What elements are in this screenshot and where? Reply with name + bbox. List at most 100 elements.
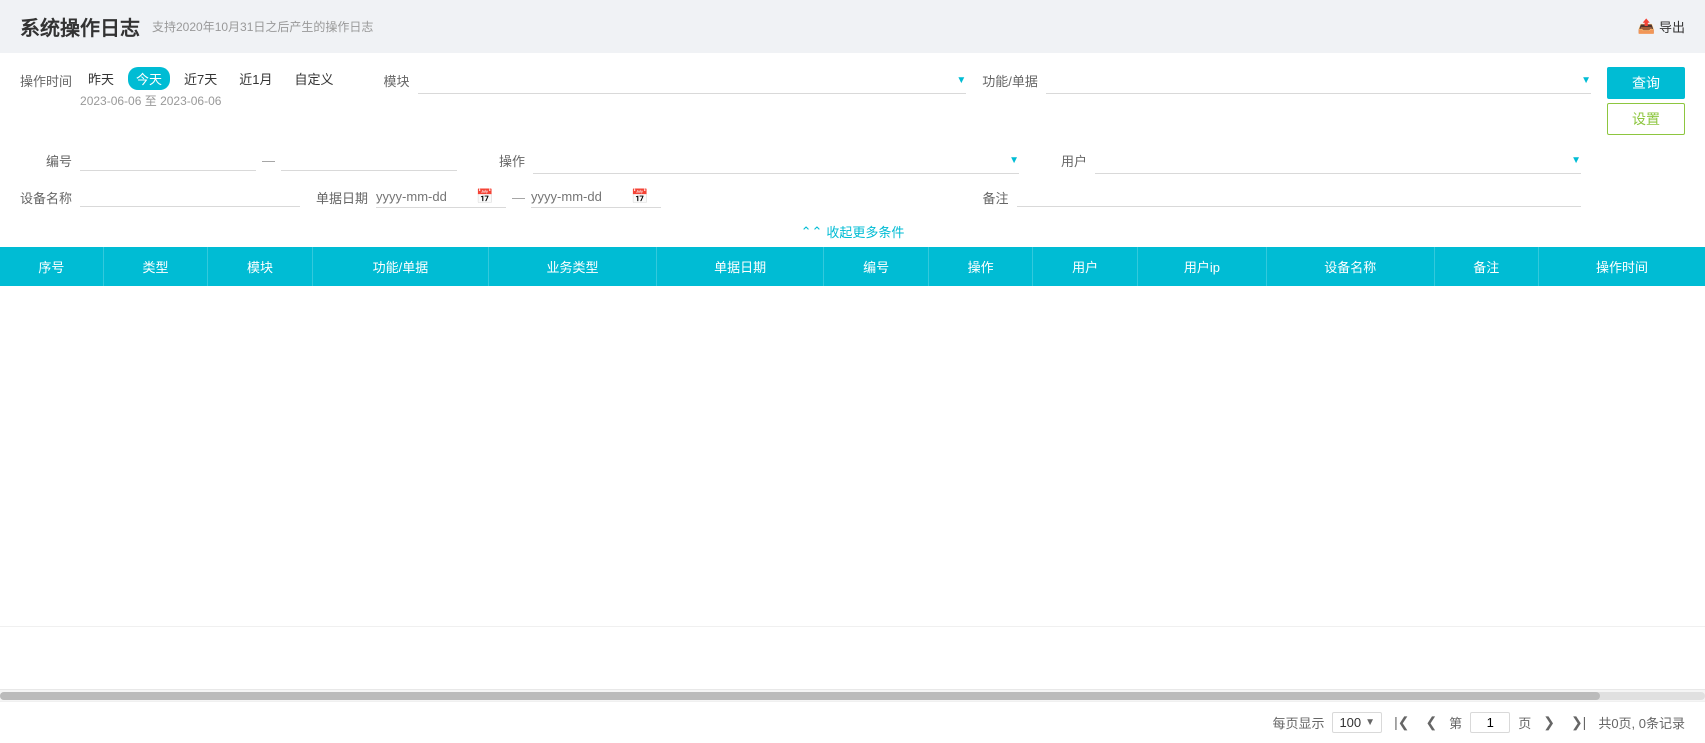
time-btn-1month[interactable]: 近1月 [231,67,280,90]
last-page-button[interactable]: ❯| [1567,712,1590,733]
number-filter: 编号 — [20,151,457,171]
empty-row [0,286,1705,626]
function-select[interactable]: ▼ [1046,67,1591,94]
date-filter: 📅 — 📅 [376,186,661,208]
col-biz-type: 业务类型 [489,247,657,286]
prev-page-button[interactable]: ❮ [1421,712,1441,733]
calendar-to-icon[interactable]: 📅 [631,188,648,205]
page-subtitle: 支持2020年10月31日之后产生的操作日志 [152,18,373,35]
page-label: 第 [1449,713,1462,732]
remark-filter: 备注 [957,187,1582,207]
collapse-up-icon: ⌃⌃ [801,224,823,240]
number-sep: — [262,153,275,168]
scrollbar-area [0,689,1705,701]
date-to-input[interactable] [531,189,631,204]
col-user: 用户 [1033,247,1137,286]
operation-filter: 操作 ▼ [473,147,1019,174]
module-label: 模块 [358,71,410,90]
number-to-input[interactable] [281,151,457,171]
collapse-label: 收起更多条件 [826,222,904,241]
scrollbar-track [0,692,1705,700]
time-btn-custom[interactable]: 自定义 [287,67,342,90]
function-chevron-icon: ▼ [1581,75,1591,86]
page-container: 系统操作日志 支持2020年10月31日之后产生的操作日志 📤 导出 操作时间 … [0,0,1705,743]
settings-button[interactable]: 设置 [1607,103,1685,135]
export-icon: 📤 [1638,18,1655,35]
per-page-value: 100 [1339,715,1361,730]
date-from-input[interactable] [376,189,476,204]
operation-label: 操作 [473,151,525,170]
table-header: 序号 类型 模块 功能/单据 业务类型 单据日期 编号 操作 用户 用户ip 设… [0,247,1705,286]
per-page-chevron-icon: ▼ [1365,717,1375,728]
number-from-input[interactable] [80,151,256,171]
action-buttons: 查询 设置 [1607,67,1685,135]
date-from-wrap: 📅 [376,186,506,208]
table-header-row: 序号 类型 模块 功能/单据 业务类型 单据日期 编号 操作 用户 用户ip 设… [0,247,1705,286]
per-page-select[interactable]: 100 ▼ [1332,712,1382,733]
page-unit: 页 [1518,713,1531,732]
page-title: 系统操作日志 [20,12,140,41]
voucher-date-label: 单据日期 [316,188,368,207]
table-container: 序号 类型 模块 功能/单据 业务类型 单据日期 编号 操作 用户 用户ip 设… [0,247,1705,689]
function-label: 功能/单据 [982,71,1038,90]
user-filter: 用户 ▼ [1035,147,1581,174]
user-select-value [1095,149,1567,171]
function-select-value [1046,69,1577,91]
module-select[interactable]: ▼ [418,67,967,94]
export-button[interactable]: 📤 导出 [1638,17,1685,36]
remark-label: 备注 [957,188,1009,207]
device-name-label: 设备名称 [20,188,72,207]
col-function: 功能/单据 [312,247,488,286]
module-select-value [418,69,953,91]
empty-cell [0,286,1705,626]
col-voucher-date: 单据日期 [656,247,824,286]
col-op-time: 操作时间 [1539,247,1705,286]
operation-time-label: 操作时间 [20,67,72,90]
query-button[interactable]: 查询 [1607,67,1685,99]
time-range: 2023-06-06 至 2023-06-06 [80,92,342,109]
time-btn-today[interactable]: 今天 [128,67,170,90]
table-body [0,286,1705,626]
time-btn-yesterday[interactable]: 昨天 [80,67,122,90]
operation-select[interactable]: ▼ [533,147,1019,174]
date-to-wrap: 📅 [531,186,661,208]
filter-area: 操作时间 昨天 今天 近7天 近1月 自定义 2023-06-06 至 2023… [0,53,1705,247]
time-btn-7days[interactable]: 近7天 [176,67,225,90]
module-filter: 模块 ▼ [358,67,967,94]
collapse-button[interactable]: ⌃⌃ 收起更多条件 [801,222,905,241]
module-chevron-icon: ▼ [956,75,966,86]
next-page-button[interactable]: ❯ [1539,712,1559,733]
collapse-row: ⌃⌃ 收起更多条件 [20,216,1685,243]
number-range: — [80,151,457,171]
per-page-label: 每页显示 [1272,713,1324,732]
export-label: 导出 [1659,17,1685,36]
operation-time-filter: 操作时间 昨天 今天 近7天 近1月 自定义 2023-06-06 至 2023… [20,67,342,109]
user-select[interactable]: ▼ [1095,147,1581,174]
page-input[interactable] [1470,712,1510,733]
device-name-input[interactable] [80,187,300,207]
time-options: 昨天 今天 近7天 近1月 自定义 [80,67,342,90]
user-label: 用户 [1035,151,1087,170]
operation-select-value [533,149,1005,171]
pagination: 每页显示 100 ▼ |❮ ❮ 第 页 ❯ ❯| 共0页, 0条记录 [0,701,1705,743]
operation-chevron-icon: ▼ [1009,155,1019,166]
col-seq: 序号 [0,247,103,286]
date-sep: — [512,190,525,205]
col-remark: 备注 [1434,247,1538,286]
device-name-filter: 设备名称 [20,187,300,207]
total-label: 共0页, 0条记录 [1598,713,1685,732]
scrollbar-thumb[interactable] [0,692,1600,700]
col-type: 类型 [103,247,207,286]
voucher-date-filter: 单据日期 📅 — 📅 [316,186,941,208]
col-user-ip: 用户ip [1137,247,1266,286]
calendar-from-icon[interactable]: 📅 [476,188,493,205]
data-table: 序号 类型 模块 功能/单据 业务类型 单据日期 编号 操作 用户 用户ip 设… [0,247,1705,627]
first-page-button[interactable]: |❮ [1390,712,1413,733]
col-number: 编号 [824,247,928,286]
function-filter: 功能/单据 ▼ [982,67,1591,94]
user-chevron-icon: ▼ [1571,155,1581,166]
page-header: 系统操作日志 支持2020年10月31日之后产生的操作日志 📤 导出 [0,0,1705,53]
header-left: 系统操作日志 支持2020年10月31日之后产生的操作日志 [20,12,373,41]
remark-input[interactable] [1017,187,1582,207]
col-operation: 操作 [928,247,1032,286]
